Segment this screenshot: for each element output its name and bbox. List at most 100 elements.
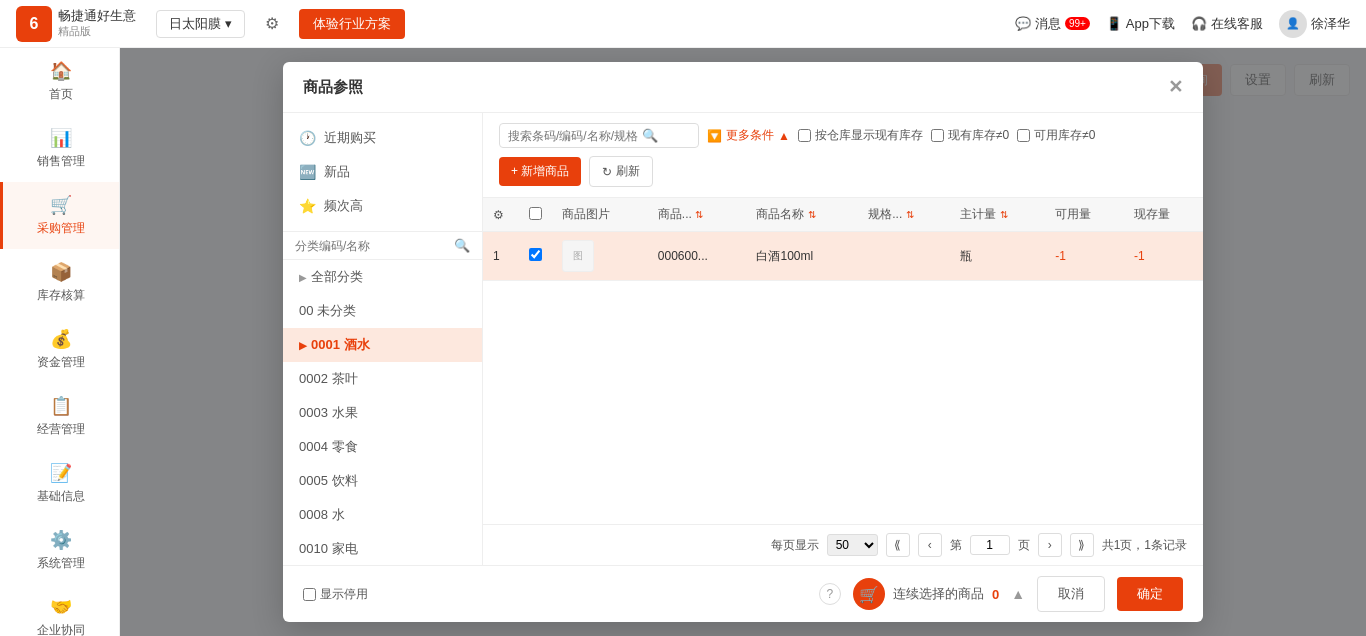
product-search-input[interactable] — [508, 129, 638, 143]
sidebar-item-6[interactable]: 📝基础信息 — [0, 450, 119, 517]
pagination-bar: 每页显示 50 100 ⟪ ‹ 第 页 › ⟫ 共 — [483, 524, 1203, 565]
cat-label-0005: 0005 饮料 — [299, 472, 358, 490]
prev-page-button[interactable]: ‹ — [918, 533, 942, 557]
modal-close-button[interactable]: ✕ — [1168, 76, 1183, 98]
first-page-button[interactable]: ⟪ — [886, 533, 910, 557]
col-name[interactable]: 商品名称 ⇅ — [746, 198, 858, 232]
col-unit[interactable]: 主计量 ⇅ — [950, 198, 1045, 232]
online-service-button[interactable]: 🎧 在线客服 — [1191, 15, 1263, 33]
sort-icon-spec: ⇅ — [906, 209, 914, 220]
sidebar-item-0[interactable]: 🏠首页 — [0, 48, 119, 115]
col-settings: ⚙ — [483, 198, 519, 232]
col-unit-label: 主计量 — [960, 207, 996, 221]
page-suffix: 页 — [1018, 537, 1030, 554]
cat-arrow-all: ▶ — [299, 272, 307, 283]
fold-button[interactable]: ▲ — [1011, 586, 1025, 602]
frequent-tab[interactable]: ⭐ 频次高 — [283, 189, 482, 223]
warehouse-stock-checkbox[interactable] — [798, 129, 811, 142]
available-stock-label: 可用库存≠0 — [1034, 127, 1095, 144]
select-all-checkbox[interactable] — [529, 207, 542, 220]
show-disabled-label: 显示停用 — [320, 586, 368, 603]
cat-label-all: 全部分类 — [311, 268, 363, 286]
row-index: 1 — [483, 232, 519, 281]
sidebar-label-6: 基础信息 — [37, 488, 85, 505]
app-download-button[interactable]: 📱 App下载 — [1106, 15, 1175, 33]
table-row[interactable]: 1 图 000600... 白酒100ml 瓶 — [483, 232, 1203, 281]
existing-stock-checkbox[interactable] — [931, 129, 944, 142]
cat-item-0004[interactable]: 0004 零食 — [283, 430, 482, 464]
cat-label-0010: 0010 家电 — [299, 540, 358, 558]
recent-purchase-tab[interactable]: 🕐 近期购买 — [283, 121, 482, 155]
cat-item-0003[interactable]: 0003 水果 — [283, 396, 482, 430]
cat-item-0008[interactable]: 0008 水 — [283, 498, 482, 532]
sidebar-item-8[interactable]: 🤝企业协同 — [0, 584, 119, 636]
cat-label-0008: 0008 水 — [299, 506, 345, 524]
available-stock-checkbox[interactable] — [1017, 129, 1030, 142]
refresh-button[interactable]: ↻ 刷新 — [589, 156, 653, 187]
online-service-label: 在线客服 — [1211, 15, 1263, 33]
sidebar-item-5[interactable]: 📋经营管理 — [0, 383, 119, 450]
cat-label-0004: 0004 零食 — [299, 438, 358, 456]
search-icon[interactable]: 🔍 — [642, 128, 658, 143]
cat-label-0003: 0003 水果 — [299, 404, 358, 422]
new-product-tab[interactable]: 🆕 新品 — [283, 155, 482, 189]
sidebar-item-1[interactable]: 📊销售管理 — [0, 115, 119, 182]
help-icon[interactable]: ? — [819, 583, 841, 605]
logo-icon: 6 — [16, 6, 52, 42]
existing-stock-checkbox-group: 现有库存≠0 — [931, 127, 1009, 144]
cancel-button[interactable]: 取消 — [1037, 576, 1105, 612]
settings-icon[interactable]: ⚙ — [257, 9, 287, 39]
trial-button[interactable]: 体验行业方案 — [299, 9, 405, 39]
total-info: 共1页，1条记录 — [1102, 537, 1187, 554]
modal-overlay: 商品参照 ✕ 🕐 近期购买 🆕 — [120, 48, 1366, 636]
category-search-input[interactable] — [295, 239, 448, 253]
modal-left-tabs: 🕐 近期购买 🆕 新品 ⭐ 频次高 — [283, 113, 482, 232]
phone-icon: 📱 — [1106, 16, 1122, 31]
clock-icon: 🕐 — [299, 130, 316, 146]
cat-item-0002[interactable]: 0002 茶叶 — [283, 362, 482, 396]
sidebar-item-2[interactable]: 🛒采购管理 — [0, 182, 119, 249]
sidebar-label-3: 库存核算 — [37, 287, 85, 304]
sidebar-label-2: 采购管理 — [37, 220, 85, 237]
headset-icon: 🎧 — [1191, 16, 1207, 31]
sidebar-item-7[interactable]: ⚙️系统管理 — [0, 517, 119, 584]
col-checkbox — [519, 198, 552, 232]
sidebar-item-4[interactable]: 💰资金管理 — [0, 316, 119, 383]
col-img: 商品图片 — [552, 198, 648, 232]
row-spec — [858, 232, 950, 281]
cat-search-icon[interactable]: 🔍 — [454, 238, 470, 253]
cat-item-0001[interactable]: ▶ 0001 酒水 — [283, 328, 482, 362]
cat-item-00[interactable]: 00 未分类 — [283, 294, 482, 328]
cart-icon[interactable]: 🛒 — [853, 578, 885, 610]
next-page-button[interactable]: › — [1038, 533, 1062, 557]
col-code[interactable]: 商品... ⇅ — [648, 198, 747, 232]
modal-header: 商品参照 ✕ — [283, 62, 1203, 113]
messages-button[interactable]: 💬 消息 99+ — [1015, 15, 1090, 33]
nav-selector-label: 日太阳膜 — [169, 15, 221, 33]
col-spec[interactable]: 规格... ⇅ — [858, 198, 950, 232]
cat-item-all[interactable]: ▶ 全部分类 — [283, 260, 482, 294]
sidebar-icon-3: 📦 — [50, 261, 72, 283]
last-page-button[interactable]: ⟫ — [1070, 533, 1094, 557]
sidebar-icon-8: 🤝 — [50, 596, 72, 618]
sidebar-icon-4: 💰 — [50, 328, 72, 350]
filter-icon: 🔽 — [707, 129, 722, 143]
add-product-button[interactable]: + 新增商品 — [499, 157, 581, 186]
row-checkbox[interactable] — [529, 248, 542, 261]
nav-selector[interactable]: 日太阳膜 ▾ — [156, 10, 245, 38]
sidebar-label-0: 首页 — [49, 86, 73, 103]
user-area[interactable]: 👤 徐泽华 — [1279, 10, 1350, 38]
confirm-button[interactable]: 确定 — [1117, 577, 1183, 611]
cat-label-0002: 0002 茶叶 — [299, 370, 358, 388]
cat-item-0005[interactable]: 0005 饮料 — [283, 464, 482, 498]
page-number-input[interactable] — [970, 535, 1010, 555]
sidebar-item-3[interactable]: 📦 库存核算 — [0, 249, 119, 316]
cat-item-0010[interactable]: 0010 家电 — [283, 532, 482, 565]
per-page-select[interactable]: 50 100 — [827, 534, 878, 556]
product-table: ⚙ 商品图片 商品... ⇅ 商品名称 — [483, 198, 1203, 524]
per-page-label: 每页显示 — [771, 537, 819, 554]
show-disabled-checkbox[interactable] — [303, 588, 316, 601]
row-img-cell: 图 — [552, 232, 648, 281]
filter-button[interactable]: 🔽 更多条件 ▲ — [707, 127, 790, 144]
refresh-icon: ↻ — [602, 165, 612, 179]
